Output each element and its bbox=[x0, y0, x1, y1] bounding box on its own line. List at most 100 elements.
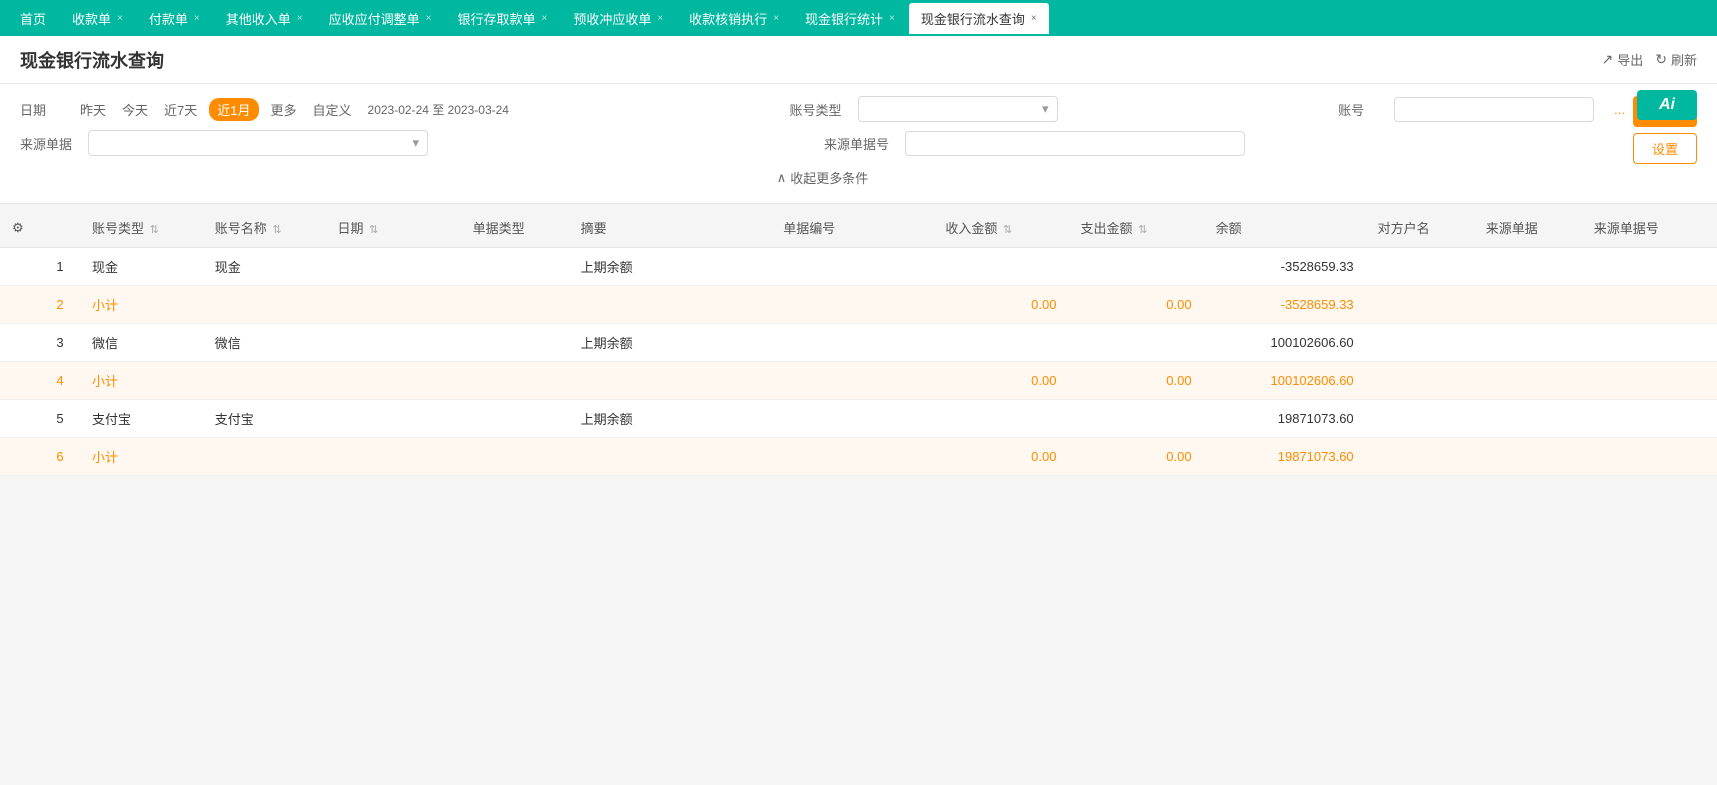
date-more[interactable]: 更多 bbox=[267, 98, 301, 121]
td-counterparty bbox=[1366, 324, 1474, 362]
account-type-select[interactable]: ▾ bbox=[858, 96, 1058, 122]
nav-tab-6[interactable]: 收款核销执行 × bbox=[677, 3, 791, 34]
td-source-doc bbox=[1474, 286, 1582, 324]
table-row: 2小计0.000.00-3528659.33 bbox=[0, 286, 1717, 324]
close-tab-3-icon[interactable]: × bbox=[426, 13, 432, 24]
more-options-button[interactable]: ... bbox=[1614, 102, 1625, 117]
sort-account-type-icon: ⇅ bbox=[150, 223, 159, 236]
td-balance: -3528659.33 bbox=[1204, 286, 1366, 324]
date-range-display: 2023-02-24 至 2023-03-24 bbox=[368, 101, 509, 118]
collapse-button[interactable]: ∧ 收起更多条件 bbox=[20, 164, 1625, 191]
td-summary: 上期余额 bbox=[569, 324, 772, 362]
filter-row-1: 日期 昨天 今天 近7天 近1月 更多 自定义 2023-02-24 至 202… bbox=[20, 96, 1625, 122]
table-row: 1现金现金上期余额-3528659.33 bbox=[0, 248, 1717, 286]
nav-tab-3[interactable]: 应收应付调整单 × bbox=[317, 3, 444, 34]
td-summary bbox=[569, 438, 772, 476]
nav-tab-7[interactable]: 现金银行统计 × bbox=[793, 3, 907, 34]
close-tab-6-icon[interactable]: × bbox=[773, 13, 779, 24]
settings-button[interactable]: 设置 bbox=[1633, 133, 1697, 164]
td-doc-no bbox=[771, 324, 933, 362]
td-row-num: 1 bbox=[40, 248, 80, 286]
nav-tab-8[interactable]: 现金银行流水查询 × bbox=[909, 3, 1049, 34]
td-counterparty bbox=[1366, 438, 1474, 476]
td-counterparty bbox=[1366, 248, 1474, 286]
source-doc-select[interactable]: ▾ bbox=[88, 130, 428, 156]
date-today[interactable]: 今天 bbox=[118, 98, 152, 121]
date-1month[interactable]: 近1月 bbox=[209, 98, 258, 121]
td-row-num: 2 bbox=[40, 286, 80, 324]
export-button[interactable]: ↗ 导出 bbox=[1602, 50, 1644, 69]
close-tab-2-icon[interactable]: × bbox=[297, 13, 303, 24]
close-tab-7-icon[interactable]: × bbox=[889, 13, 895, 24]
th-counterparty: 对方户名 bbox=[1366, 208, 1474, 248]
td-doc-no bbox=[771, 438, 933, 476]
td-account-name bbox=[203, 286, 326, 324]
td-account-type: 小计 bbox=[80, 362, 203, 400]
refresh-icon: ↻ bbox=[1655, 51, 1667, 68]
refresh-button[interactable]: ↻ 刷新 bbox=[1655, 50, 1697, 69]
nav-tab-2[interactable]: 其他收入单 × bbox=[214, 3, 315, 34]
td-source-doc bbox=[1474, 248, 1582, 286]
sort-date-icon: ⇅ bbox=[369, 223, 378, 236]
td-account-type: 现金 bbox=[80, 248, 203, 286]
td-doc-no bbox=[771, 286, 933, 324]
td-counterparty bbox=[1366, 400, 1474, 438]
date-yesterday[interactable]: 昨天 bbox=[76, 98, 110, 121]
th-doc-type: 单据类型 bbox=[461, 208, 569, 248]
date-shortcuts: 昨天 今天 近7天 近1月 更多 自定义 2023-02-24 至 2023-0… bbox=[76, 98, 509, 121]
td-account-type: 支付宝 bbox=[80, 400, 203, 438]
td-doc-no bbox=[771, 248, 933, 286]
td-income bbox=[933, 324, 1068, 362]
nav-home[interactable]: 首页 bbox=[8, 3, 58, 34]
close-tab-8-icon[interactable]: × bbox=[1031, 13, 1037, 24]
close-tab-4-icon[interactable]: × bbox=[541, 13, 547, 24]
nav-tab-1[interactable]: 付款单 × bbox=[137, 3, 212, 34]
export-icon: ↗ bbox=[1602, 51, 1614, 68]
nav-tab-0[interactable]: 收款单 × bbox=[60, 3, 135, 34]
close-tab-5-icon[interactable]: × bbox=[657, 13, 663, 24]
td-date bbox=[325, 324, 460, 362]
td-doc-type bbox=[461, 286, 569, 324]
th-settings-icon[interactable]: ⚙ bbox=[0, 208, 40, 248]
td-balance: 100102606.60 bbox=[1204, 362, 1366, 400]
td-doc-no bbox=[771, 400, 933, 438]
sort-account-name-icon: ⇅ bbox=[272, 223, 281, 236]
td-doc-type bbox=[461, 438, 569, 476]
td-checkbox bbox=[0, 324, 40, 362]
td-date bbox=[325, 286, 460, 324]
td-account-name: 支付宝 bbox=[203, 400, 326, 438]
source-doc-no-label: 来源单据号 bbox=[824, 134, 889, 153]
td-checkbox bbox=[0, 286, 40, 324]
td-row-num: 6 bbox=[40, 438, 80, 476]
th-date[interactable]: 日期 ⇅ bbox=[325, 208, 460, 248]
collapse-up-icon: ∧ bbox=[777, 170, 787, 186]
th-row-num bbox=[40, 208, 80, 248]
date-7days[interactable]: 近7天 bbox=[160, 98, 201, 121]
td-summary: 上期余额 bbox=[569, 400, 772, 438]
td-expense bbox=[1068, 248, 1203, 286]
table-header-row: ⚙ 账号类型 ⇅ 账号名称 ⇅ 日期 ⇅ 单据类型 摘要 bbox=[0, 208, 1717, 248]
td-row-num: 4 bbox=[40, 362, 80, 400]
nav-tab-4[interactable]: 银行存取款单 × bbox=[445, 3, 559, 34]
td-source-no bbox=[1582, 286, 1717, 324]
th-income[interactable]: 收入金额 ⇅ bbox=[933, 208, 1068, 248]
th-expense[interactable]: 支出金额 ⇅ bbox=[1068, 208, 1203, 248]
account-no-input[interactable] bbox=[1394, 97, 1594, 122]
ai-badge[interactable]: Ai bbox=[1637, 90, 1697, 120]
close-tab-1-icon[interactable]: × bbox=[194, 13, 200, 24]
source-doc-no-input[interactable] bbox=[905, 131, 1245, 156]
th-account-type[interactable]: 账号类型 ⇅ bbox=[80, 208, 203, 248]
page-title: 现金银行流水查询 bbox=[20, 47, 164, 73]
td-balance: 19871073.60 bbox=[1204, 400, 1366, 438]
source-doc-label: 来源单据 bbox=[20, 134, 72, 153]
date-custom[interactable]: 自定义 bbox=[309, 98, 356, 121]
page-header: 现金银行流水查询 ↗ 导出 ↻ 刷新 bbox=[0, 36, 1717, 84]
td-income: 0.00 bbox=[933, 438, 1068, 476]
nav-tab-5[interactable]: 预收冲应收单 × bbox=[561, 3, 675, 34]
th-account-name[interactable]: 账号名称 ⇅ bbox=[203, 208, 326, 248]
table-area: ⚙ 账号类型 ⇅ 账号名称 ⇅ 日期 ⇅ 单据类型 摘要 bbox=[0, 208, 1717, 476]
th-source-no: 来源单据号 bbox=[1582, 208, 1717, 248]
filter-area: 日期 昨天 今天 近7天 近1月 更多 自定义 2023-02-24 至 202… bbox=[0, 84, 1717, 204]
td-doc-type bbox=[461, 248, 569, 286]
close-tab-0-icon[interactable]: × bbox=[117, 13, 123, 24]
